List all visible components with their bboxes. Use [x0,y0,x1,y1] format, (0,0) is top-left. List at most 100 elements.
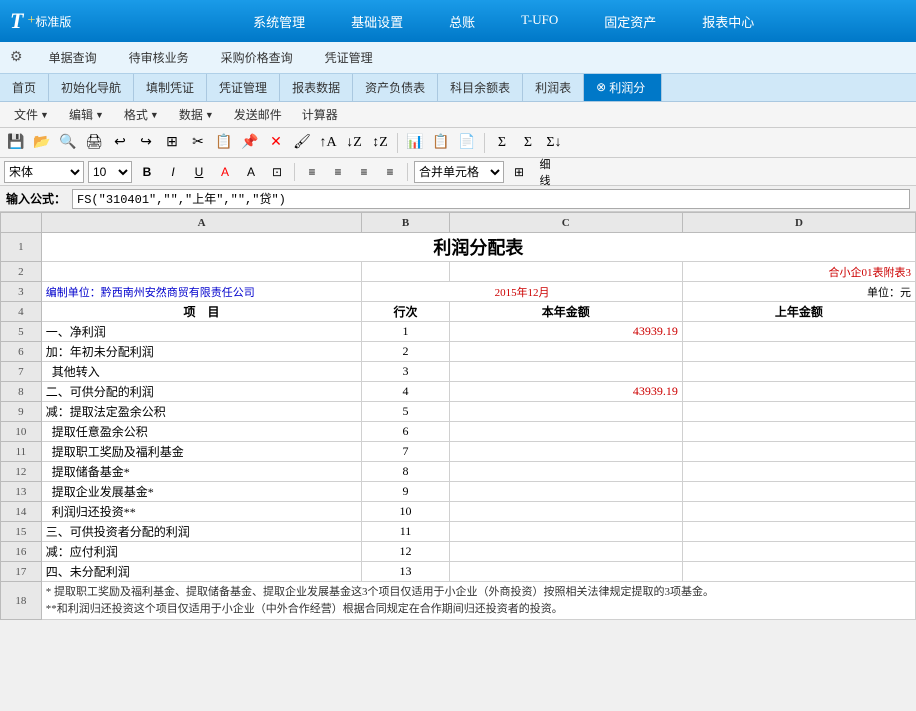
tab-profit-dist[interactable]: ⊗ 利润分 [584,74,662,101]
cell-14a[interactable]: 利润归还投资** [41,502,362,522]
sort-custom-btn[interactable]: ↕Z [368,131,392,155]
cell-11b[interactable]: 7 [362,442,449,462]
cell-16a[interactable]: 减：应付利润 [41,542,362,562]
menu-edit[interactable]: 编辑 ▼ [61,104,112,125]
print-btn[interactable]: 🖨 [82,131,106,155]
tab-report-data[interactable]: 报表数据 [280,74,353,101]
cell-15d[interactable] [682,522,915,542]
search-btn[interactable]: 🔍 [56,131,80,155]
cell-7b[interactable]: 3 [362,362,449,382]
tab-balance-sheet[interactable]: 资产负债表 [353,74,438,101]
cell-4a[interactable]: 项 目 [41,302,362,322]
cell-17c[interactable] [449,562,682,582]
cell-5a[interactable]: 一、净利润 [41,322,362,342]
cell-17b[interactable]: 13 [362,562,449,582]
col-header-a[interactable]: A [41,213,362,233]
menu-fixed-assets[interactable]: 固定资产 [596,8,664,35]
cell-2a[interactable] [41,262,362,282]
spreadsheet[interactable]: A B C D 1 利润分配表 2 合小企01表附表3 3 [0,212,916,620]
menu-calculator[interactable]: 计算器 [294,104,346,125]
cell-12d[interactable] [682,462,915,482]
save-btn[interactable]: 💾 [4,131,28,155]
cell-16c[interactable] [449,542,682,562]
menu-send-email[interactable]: 发送邮件 [226,104,290,125]
pending-review[interactable]: 待审核业务 [123,46,195,69]
cell-15b[interactable]: 11 [362,522,449,542]
merge-select[interactable]: 合并单元格 取消合并 [414,161,504,183]
title-cell[interactable]: 利润分配表 [41,233,915,262]
sigma3-btn[interactable]: Σ↓ [542,131,566,155]
voucher-query[interactable]: 单据查询 [43,46,103,69]
tab-voucher-mgmt[interactable]: 凭证管理 [207,74,280,101]
menu-basic[interactable]: 基础设置 [343,8,411,35]
cell-11d[interactable] [682,442,915,462]
delete-btn[interactable]: ✕ [264,131,288,155]
cell-14b[interactable]: 10 [362,502,449,522]
col-header-d[interactable]: D [682,213,915,233]
cell-5c[interactable]: 43939.19 [449,322,682,342]
highlight-btn[interactable]: A [240,161,262,183]
col-header-b[interactable]: B [362,213,449,233]
cell-5d[interactable] [682,322,915,342]
sigma2-btn[interactable]: Σ [516,131,540,155]
cell-8c[interactable]: 43939.19 [449,382,682,402]
tab-home[interactable]: 首页 [0,74,49,101]
open-btn[interactable]: 📂 [30,131,54,155]
cell-8a[interactable]: 二、可供分配的利润 [41,382,362,402]
cell-5b[interactable]: 1 [362,322,449,342]
undo-btn[interactable]: ↩ [108,131,132,155]
copy-btn[interactable]: 📋 [212,131,236,155]
cell-15c[interactable] [449,522,682,542]
align-left-btn[interactable]: ≡ [301,161,323,183]
cell-7d[interactable] [682,362,915,382]
cell-7c[interactable] [449,362,682,382]
menu-data[interactable]: 数据 ▼ [171,104,222,125]
cell-2d[interactable]: 合小企01表附表3 [682,262,915,282]
sigma-btn[interactable]: Σ [490,131,514,155]
size-select[interactable]: 10 12 14 16 [88,161,132,183]
cell-13b[interactable]: 9 [362,482,449,502]
bold-btn[interactable]: B [136,161,158,183]
italic-btn[interactable]: I [162,161,184,183]
menu-format[interactable]: 格式 ▼ [116,104,167,125]
purchase-price-query[interactable]: 采购价格查询 [215,46,299,69]
cell-2b[interactable] [362,262,449,282]
cell-12c[interactable] [449,462,682,482]
cell-4b[interactable]: 行次 [362,302,449,322]
menu-system[interactable]: 系统管理 [245,8,313,35]
cell-3d[interactable]: 单位：元 [682,282,915,302]
cell-6c[interactable] [449,342,682,362]
cell-9c[interactable] [449,402,682,422]
align-right-btn[interactable]: ≡ [353,161,375,183]
cell-14d[interactable] [682,502,915,522]
menu-tufo[interactable]: T-UFO [513,8,566,35]
cell-11c[interactable] [449,442,682,462]
cell-15a[interactable]: 三、可供投资者分配的利润 [41,522,362,542]
cell-3b[interactable]: 2015年12月 [362,282,683,302]
tab-subject-balance[interactable]: 科目余额表 [438,74,523,101]
menu-reports[interactable]: 报表中心 [694,8,762,35]
tab-profit[interactable]: 利润表 [523,74,584,101]
underline-btn[interactable]: U [188,161,210,183]
cell-4d[interactable]: 上年金额 [682,302,915,322]
cell-16d[interactable] [682,542,915,562]
cut-btn[interactable]: ✂ [186,131,210,155]
cell-9a[interactable]: 减：提取法定盈余公积 [41,402,362,422]
cell-4c[interactable]: 本年金额 [449,302,682,322]
cell-9d[interactable] [682,402,915,422]
sort-desc-btn[interactable]: ↓Z [342,131,366,155]
cell-13a[interactable]: 提取企业发展基金* [41,482,362,502]
cell-11a[interactable]: 提取职工奖励及福利基金 [41,442,362,462]
cell-7a[interactable]: 其他转入 [41,362,362,382]
formula-input[interactable] [72,189,910,209]
grid-btn[interactable]: ⊞ [508,161,530,183]
cell-10b[interactable]: 6 [362,422,449,442]
sort-asc-btn[interactable]: ↑A [316,131,340,155]
align-center-btn[interactable]: ≡ [327,161,349,183]
cell-17a[interactable]: 四、未分配利润 [41,562,362,582]
font-select[interactable]: 宋体 黑体 楷体 [4,161,84,183]
align-justify-btn[interactable]: ≡ [379,161,401,183]
cell-6d[interactable] [682,342,915,362]
thin-line-btn[interactable]: 细线 [534,161,556,183]
border-btn[interactable]: ⊡ [266,161,288,183]
